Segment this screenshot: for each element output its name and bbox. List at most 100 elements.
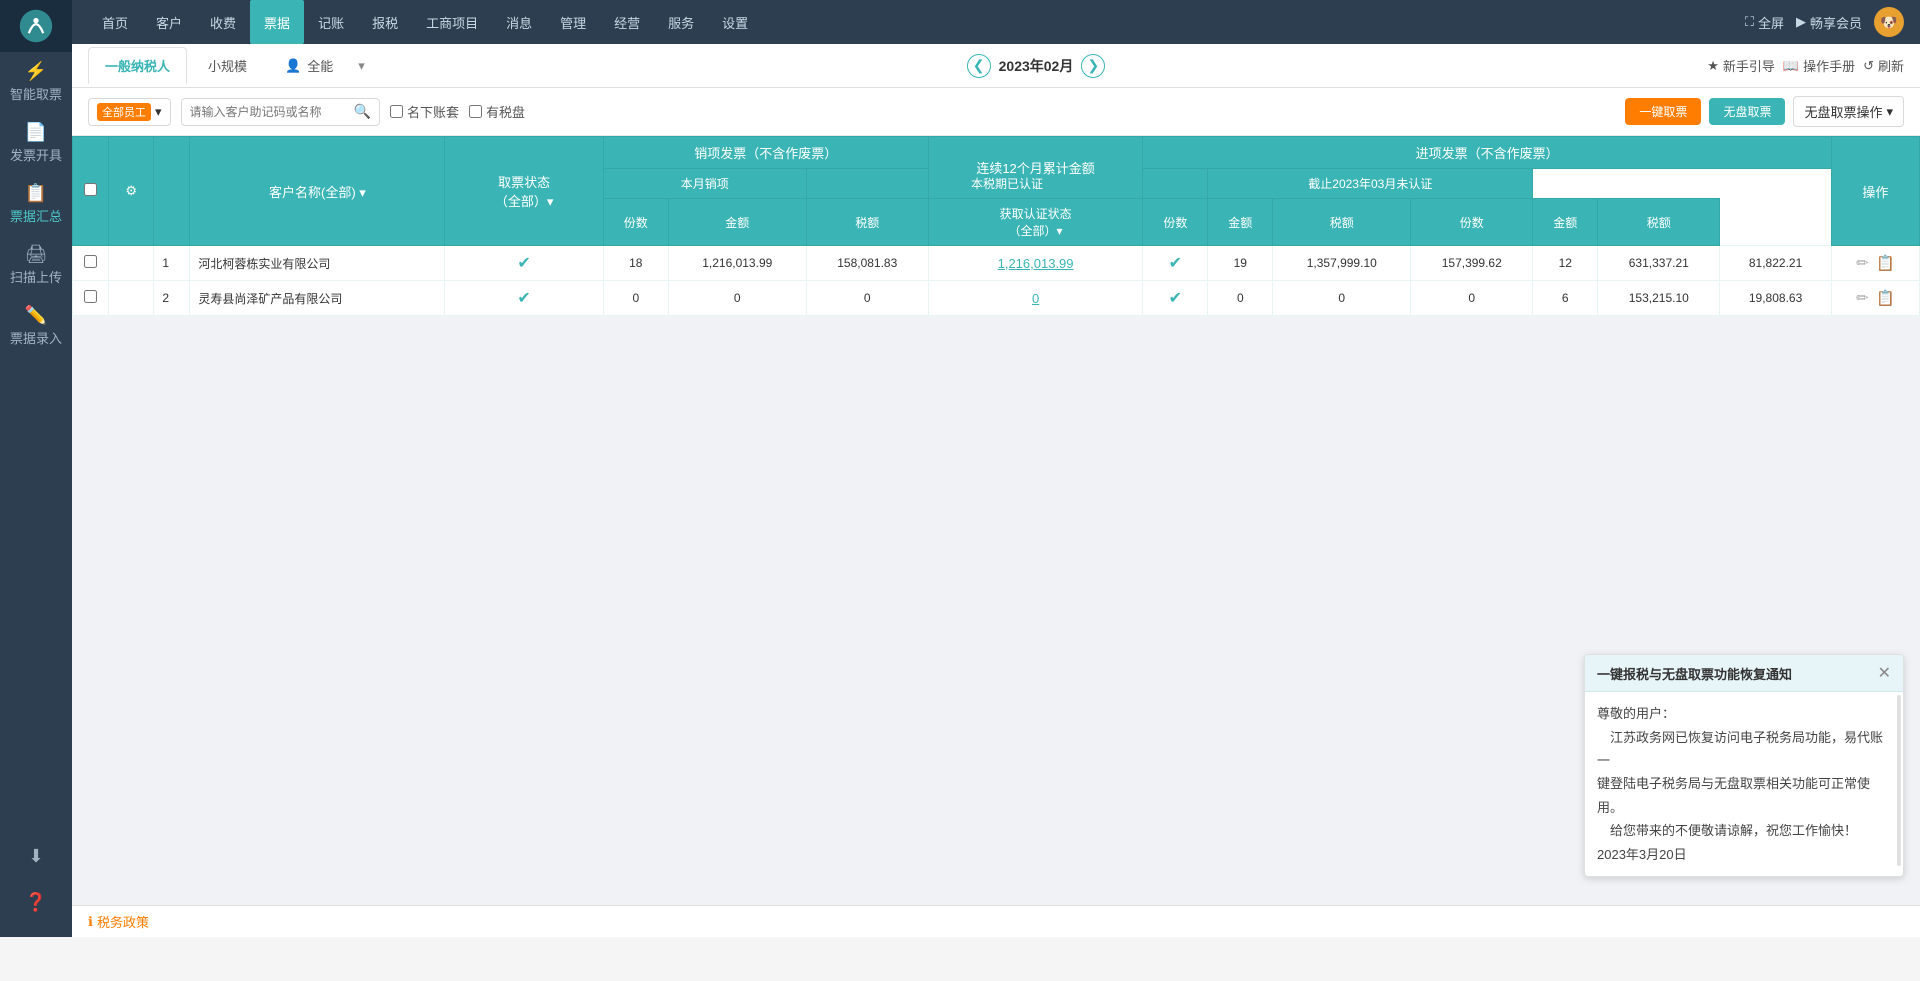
nav-invoice[interactable]: 票据 xyxy=(250,0,304,44)
tab-bar: 一般纳税人 小规模 👤 全能 ▾ ❮ 2023年02月 ❯ ★ 新手引导 📖 操… xyxy=(72,44,1920,88)
row-sales-amount: 0 xyxy=(668,281,806,316)
row-customer: 灵寿县尚泽矿产品有限公司 xyxy=(190,281,445,316)
sidebar-item-issue-invoice[interactable]: 📄 发票开具 xyxy=(0,113,72,174)
th-config: ⚙ xyxy=(109,137,154,246)
row-cert-status: ✔ xyxy=(1143,281,1208,316)
date-next-button[interactable]: ❯ xyxy=(1081,54,1105,78)
row-cert-count: 0 xyxy=(1208,281,1273,316)
row-cert-tax: 157,399.62 xyxy=(1411,246,1533,281)
notification-scrollbar[interactable] xyxy=(1897,695,1901,866)
new-guide-link[interactable]: ★ 新手引导 xyxy=(1707,56,1775,75)
under-name-checkbox[interactable] xyxy=(390,105,403,118)
row-edit-icon[interactable]: ✏ xyxy=(1856,290,1869,307)
topbar-nav: 首页 客户 收费 票据 记账 报税 工商项目 消息 管理 经营 服务 设置 xyxy=(88,0,1745,44)
row-num: 1 xyxy=(154,246,190,281)
printer-icon: 🖨 xyxy=(25,245,48,263)
refresh-link[interactable]: ↺ 刷新 xyxy=(1863,56,1904,75)
employee-tag: 全部员工 xyxy=(97,103,151,121)
row-cert-amount: 1,357,999.10 xyxy=(1273,246,1411,281)
notification-line-3: 用。 xyxy=(1597,796,1891,819)
row-num: 2 xyxy=(154,281,190,316)
select-all-checkbox[interactable] xyxy=(84,183,97,196)
row-cert-count: 19 xyxy=(1208,246,1273,281)
tab-small[interactable]: 小规模 xyxy=(191,47,264,84)
notification-body: 尊敬的用户： 江苏政务网已恢复访问电子税务局功能，易代账一 键登陆电子税务局与无… xyxy=(1585,692,1903,876)
row-detail-icon[interactable]: 📋 xyxy=(1876,290,1895,307)
nav-bookkeeping[interactable]: 记账 xyxy=(304,0,358,44)
sidebar-item-smart-fetch[interactable]: ⚡ 智能取票 xyxy=(0,52,72,113)
sidebar-logo xyxy=(0,0,72,52)
row-uncert-amount: 631,337.21 xyxy=(1598,246,1720,281)
notification-line-1: 江苏政务网已恢复访问电子税务局功能，易代账一 xyxy=(1597,726,1891,773)
nav-tax[interactable]: 报税 xyxy=(358,0,412,44)
employee-select[interactable]: 全部员工 ▾ xyxy=(88,98,171,126)
row-sales-tax: 0 xyxy=(806,281,928,316)
sidebar-item-help[interactable]: ❓ xyxy=(0,883,72,921)
vip-button[interactable]: ▶ 畅享会员 xyxy=(1796,13,1862,32)
avatar[interactable]: 🐶 xyxy=(1874,7,1904,37)
th-cert-status: 获取认证状态（全部）▾ xyxy=(928,199,1143,246)
row-config-cell xyxy=(109,281,154,316)
th-sales-amount: 金额 xyxy=(668,199,806,246)
th-sales-group: 销项发票（不含作废票） xyxy=(603,137,928,169)
under-name-checkbox-label[interactable]: 名下账套 xyxy=(390,102,459,121)
nav-billing[interactable]: 收费 xyxy=(196,0,250,44)
notification-line-5: 2023年3月20日 xyxy=(1597,843,1891,866)
th-purchase-group: 进项发票（不含作废票） xyxy=(1143,137,1831,169)
document-icon: 📄 xyxy=(25,123,47,141)
date-prev-button[interactable]: ❮ xyxy=(967,54,991,78)
nav-message[interactable]: 消息 xyxy=(492,0,546,44)
notification-close-button[interactable]: ✕ xyxy=(1878,663,1891,683)
sidebar-item-download[interactable]: ⬇ xyxy=(0,837,72,875)
row-fetch-status: ✔ xyxy=(445,246,603,281)
th-sales-tax: 税额 xyxy=(806,199,928,246)
dropdown-icon: ▾ xyxy=(155,104,162,120)
row-cumulative: 1,216,013.99 xyxy=(928,246,1143,281)
notification-header: 一键报税与无盘取票功能恢复通知 ✕ xyxy=(1585,655,1903,692)
nav-service[interactable]: 服务 xyxy=(654,0,708,44)
search-input[interactable] xyxy=(190,105,350,119)
th-uncertified: 截止2023年03月未认证 xyxy=(1208,169,1533,199)
row-checkbox[interactable] xyxy=(84,290,97,303)
th-sales-count: 份数 xyxy=(603,199,668,246)
nav-operation[interactable]: 经营 xyxy=(600,0,654,44)
refresh-icon: ↺ xyxy=(1863,58,1874,74)
tab-all[interactable]: 👤 全能 xyxy=(268,47,350,84)
fullscreen-button[interactable]: ⛶ 全屏 xyxy=(1745,13,1784,32)
search-icon[interactable]: 🔍 xyxy=(354,103,371,120)
manual-link[interactable]: 📖 操作手册 xyxy=(1783,56,1855,75)
tax-disk-checkbox-label[interactable]: 有税盘 xyxy=(469,102,525,121)
row-cert-amount: 0 xyxy=(1273,281,1411,316)
invoice-table: ⚙ 客户名称(全部) ▾ 取票状态（全部）▾ 销项发票（不含作废票） 连续12个… xyxy=(72,136,1920,316)
tax-disk-checkbox[interactable] xyxy=(469,105,482,118)
sidebar-item-data-entry[interactable]: ✏️ 票据录入 xyxy=(0,296,72,357)
nav-business[interactable]: 工商项目 xyxy=(412,0,492,44)
notification-title: 一键报税与无盘取票功能恢复通知 xyxy=(1597,664,1792,683)
date-display: 2023年02月 xyxy=(999,56,1074,76)
th-checkbox xyxy=(73,137,109,246)
nav-customer[interactable]: 客户 xyxy=(142,0,196,44)
operations-button[interactable]: 无盘取票操作 ▾ xyxy=(1793,96,1904,127)
tax-policy-link[interactable]: ℹ 税务政策 xyxy=(88,912,149,931)
sidebar-item-invoice-summary[interactable]: 📋 票据汇总 xyxy=(0,174,72,235)
nav-home[interactable]: 首页 xyxy=(88,0,142,44)
one-click-fetch-button[interactable]: 一键取票 xyxy=(1625,98,1701,125)
th-uncert-amount: 金额 xyxy=(1533,199,1598,246)
th-cert-count: 份数 xyxy=(1143,199,1208,246)
row-actions: ✏ 📋 xyxy=(1831,281,1919,316)
th-monthly-sales: 本月销项 xyxy=(603,169,806,199)
row-uncert-amount: 153,215.10 xyxy=(1598,281,1720,316)
topbar: 首页 客户 收费 票据 记账 报税 工商项目 消息 管理 经营 服务 设置 ⛶ … xyxy=(72,0,1920,44)
nav-management[interactable]: 管理 xyxy=(546,0,600,44)
row-checkbox[interactable] xyxy=(84,255,97,268)
sidebar-item-scan-upload[interactable]: 🖨 扫描上传 xyxy=(0,235,72,296)
nav-settings[interactable]: 设置 xyxy=(708,0,762,44)
no-disk-fetch-button[interactable]: 无盘取票 xyxy=(1709,98,1785,125)
tab-general[interactable]: 一般纳税人 xyxy=(88,47,187,84)
row-sales-count: 18 xyxy=(603,246,668,281)
row-detail-icon[interactable]: 📋 xyxy=(1876,255,1895,272)
row-edit-icon[interactable]: ✏ xyxy=(1856,255,1869,272)
invoice-table-wrap: ⚙ 客户名称(全部) ▾ 取票状态（全部）▾ 销项发票（不含作废票） 连续12个… xyxy=(72,136,1920,316)
row-cumulative: 0 xyxy=(928,281,1143,316)
tab-more-icon[interactable]: ▾ xyxy=(358,58,365,74)
